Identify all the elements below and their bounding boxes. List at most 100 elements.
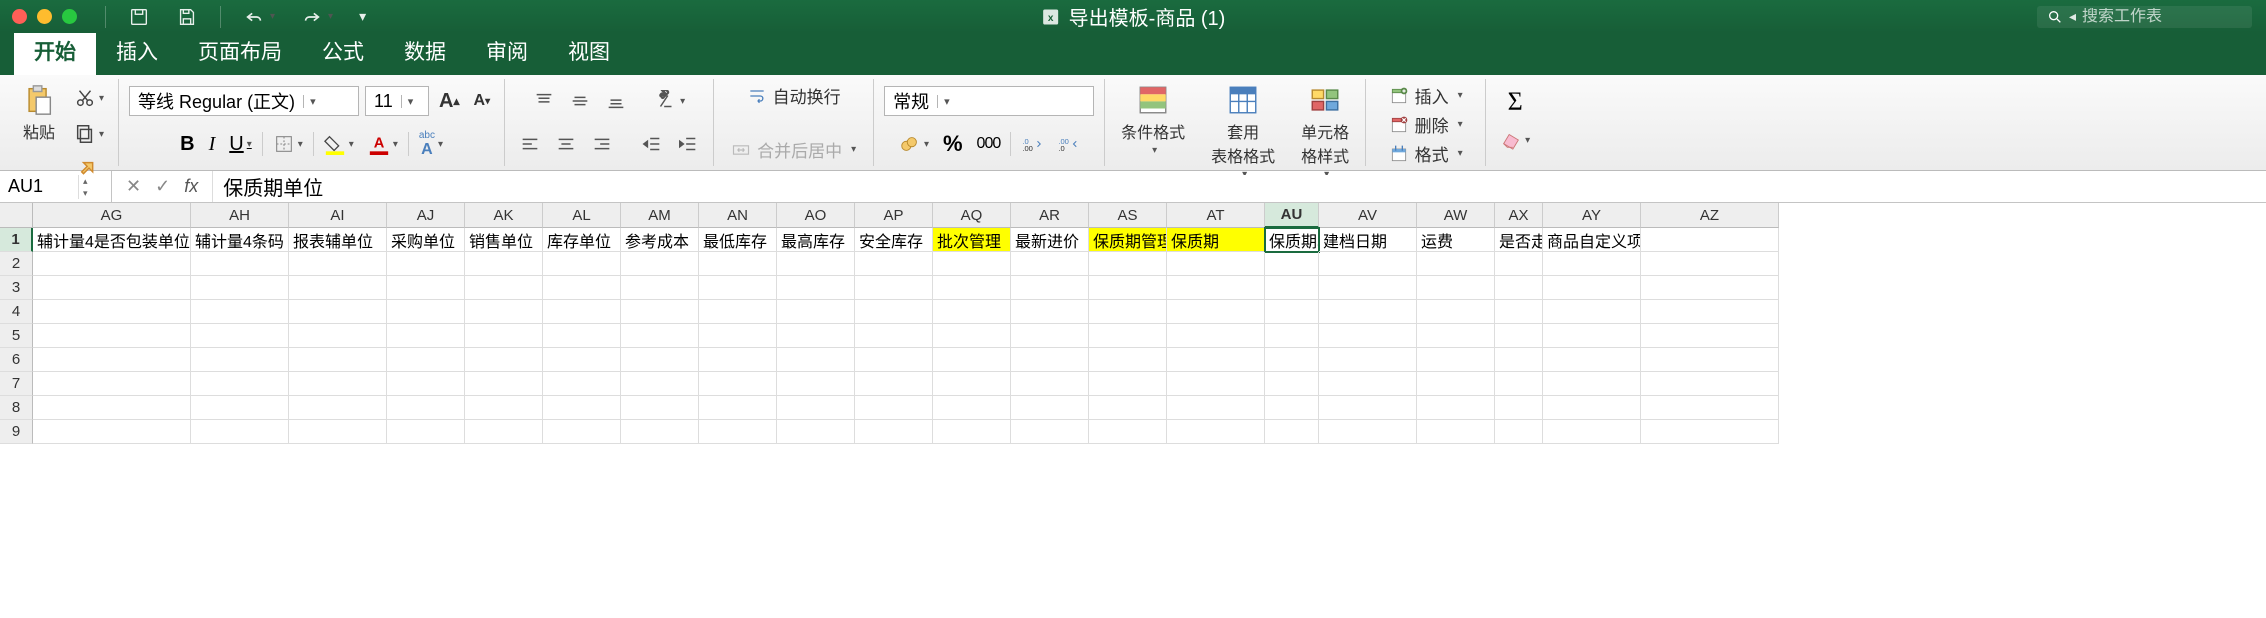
cell-AJ6[interactable]	[387, 348, 465, 372]
align-center-button[interactable]	[551, 131, 581, 157]
col-header-AK[interactable]: AK	[465, 203, 543, 228]
percent-button[interactable]: %	[939, 129, 967, 159]
cell-AI6[interactable]	[289, 348, 387, 372]
cell-AH8[interactable]	[191, 396, 289, 420]
cell-AO3[interactable]	[777, 276, 855, 300]
cell-AN7[interactable]	[699, 372, 777, 396]
cell-AV1[interactable]: 建档日期	[1319, 228, 1417, 252]
row-header-3[interactable]: 3	[0, 276, 33, 300]
cell-AU6[interactable]	[1265, 348, 1319, 372]
cell-AM3[interactable]	[621, 276, 699, 300]
cancel-edit-button[interactable]: ✕	[126, 176, 141, 197]
align-top-button[interactable]	[529, 88, 559, 114]
cell-AL7[interactable]	[543, 372, 621, 396]
col-header-AH[interactable]: AH	[191, 203, 289, 228]
cell-AZ4[interactable]	[1641, 300, 1779, 324]
cell-AL4[interactable]	[543, 300, 621, 324]
italic-button[interactable]: I	[205, 131, 220, 158]
cell-AK3[interactable]	[465, 276, 543, 300]
cell-AL2[interactable]	[543, 252, 621, 276]
row-header-6[interactable]: 6	[0, 348, 33, 372]
fx-icon[interactable]: fx	[184, 176, 198, 197]
row-header-7[interactable]: 7	[0, 372, 33, 396]
autosave-icon[interactable]	[124, 4, 154, 30]
cells-area[interactable]: 辅计量4是否包装单位辅计量4条码报表辅单位采购单位销售单位库存单位参考成本最低库…	[33, 228, 1779, 444]
cell-AU7[interactable]	[1265, 372, 1319, 396]
cell-AI4[interactable]	[289, 300, 387, 324]
cell-AS2[interactable]	[1089, 252, 1167, 276]
cell-AW3[interactable]	[1417, 276, 1495, 300]
col-header-AS[interactable]: AS	[1089, 203, 1167, 228]
cell-AW1[interactable]: 运费	[1417, 228, 1495, 252]
col-header-AJ[interactable]: AJ	[387, 203, 465, 228]
cell-AW4[interactable]	[1417, 300, 1495, 324]
close-window-button[interactable]	[12, 9, 27, 24]
cell-AH1[interactable]: 辅计量4条码	[191, 228, 289, 252]
cell-AS9[interactable]	[1089, 420, 1167, 444]
cell-AX6[interactable]	[1495, 348, 1543, 372]
cell-AG3[interactable]	[33, 276, 191, 300]
cell-AM7[interactable]	[621, 372, 699, 396]
row-header-8[interactable]: 8	[0, 396, 33, 420]
decrease-font-button[interactable]: A▾	[470, 90, 495, 112]
col-header-AX[interactable]: AX	[1495, 203, 1543, 228]
col-header-AW[interactable]: AW	[1417, 203, 1495, 228]
font-size-combo[interactable]: 11▾	[365, 86, 429, 116]
cell-AQ1[interactable]: 批次管理	[933, 228, 1011, 252]
cell-AZ8[interactable]	[1641, 396, 1779, 420]
cell-AP1[interactable]: 安全库存	[855, 228, 933, 252]
cell-AT2[interactable]	[1167, 252, 1265, 276]
cell-AH2[interactable]	[191, 252, 289, 276]
cell-AP5[interactable]	[855, 324, 933, 348]
cell-AP8[interactable]	[855, 396, 933, 420]
currency-button[interactable]	[895, 131, 933, 157]
cell-AT4[interactable]	[1167, 300, 1265, 324]
cell-AV7[interactable]	[1319, 372, 1417, 396]
cell-AX1[interactable]: 是否走冻链	[1495, 228, 1543, 252]
cell-AN5[interactable]	[699, 324, 777, 348]
cell-AX5[interactable]	[1495, 324, 1543, 348]
cell-AR8[interactable]	[1011, 396, 1089, 420]
cell-AG4[interactable]	[33, 300, 191, 324]
paste-button[interactable]: 粘贴	[16, 81, 62, 145]
tab-数据[interactable]: 数据	[384, 27, 466, 75]
cell-AS7[interactable]	[1089, 372, 1167, 396]
col-header-AL[interactable]: AL	[543, 203, 621, 228]
cell-AM5[interactable]	[621, 324, 699, 348]
name-box[interactable]: ▴▾	[0, 171, 112, 202]
cell-AW6[interactable]	[1417, 348, 1495, 372]
cell-AI7[interactable]	[289, 372, 387, 396]
cell-AQ9[interactable]	[933, 420, 1011, 444]
cell-AJ7[interactable]	[387, 372, 465, 396]
minimize-window-button[interactable]	[37, 9, 52, 24]
tab-公式[interactable]: 公式	[302, 27, 384, 75]
cell-AP6[interactable]	[855, 348, 933, 372]
cell-AX4[interactable]	[1495, 300, 1543, 324]
cell-AW2[interactable]	[1417, 252, 1495, 276]
cell-AY5[interactable]	[1543, 324, 1641, 348]
save-icon[interactable]	[172, 4, 202, 30]
cell-AO6[interactable]	[777, 348, 855, 372]
align-left-button[interactable]	[515, 131, 545, 157]
align-bottom-button[interactable]	[601, 88, 631, 114]
cell-AR7[interactable]	[1011, 372, 1089, 396]
font-color-button[interactable]: A	[364, 131, 402, 157]
tab-插入[interactable]: 插入	[96, 27, 178, 75]
cell-AK4[interactable]	[465, 300, 543, 324]
col-header-AZ[interactable]: AZ	[1641, 203, 1779, 228]
font-name-combo[interactable]: 等线 Regular (正文)▾	[129, 86, 359, 116]
row-header-1[interactable]: 1	[0, 228, 33, 252]
increase-indent-button[interactable]	[673, 131, 703, 157]
cell-AS6[interactable]	[1089, 348, 1167, 372]
cell-AL6[interactable]	[543, 348, 621, 372]
cell-AY3[interactable]	[1543, 276, 1641, 300]
search-sheet[interactable]: ◂	[2037, 6, 2252, 28]
cell-AN4[interactable]	[699, 300, 777, 324]
cell-AV4[interactable]	[1319, 300, 1417, 324]
orientation-button[interactable]: ab	[651, 88, 689, 114]
decrease-indent-button[interactable]	[637, 131, 667, 157]
cell-AW9[interactable]	[1417, 420, 1495, 444]
cell-AQ7[interactable]	[933, 372, 1011, 396]
cell-AL1[interactable]: 库存单位	[543, 228, 621, 252]
col-header-AR[interactable]: AR	[1011, 203, 1089, 228]
